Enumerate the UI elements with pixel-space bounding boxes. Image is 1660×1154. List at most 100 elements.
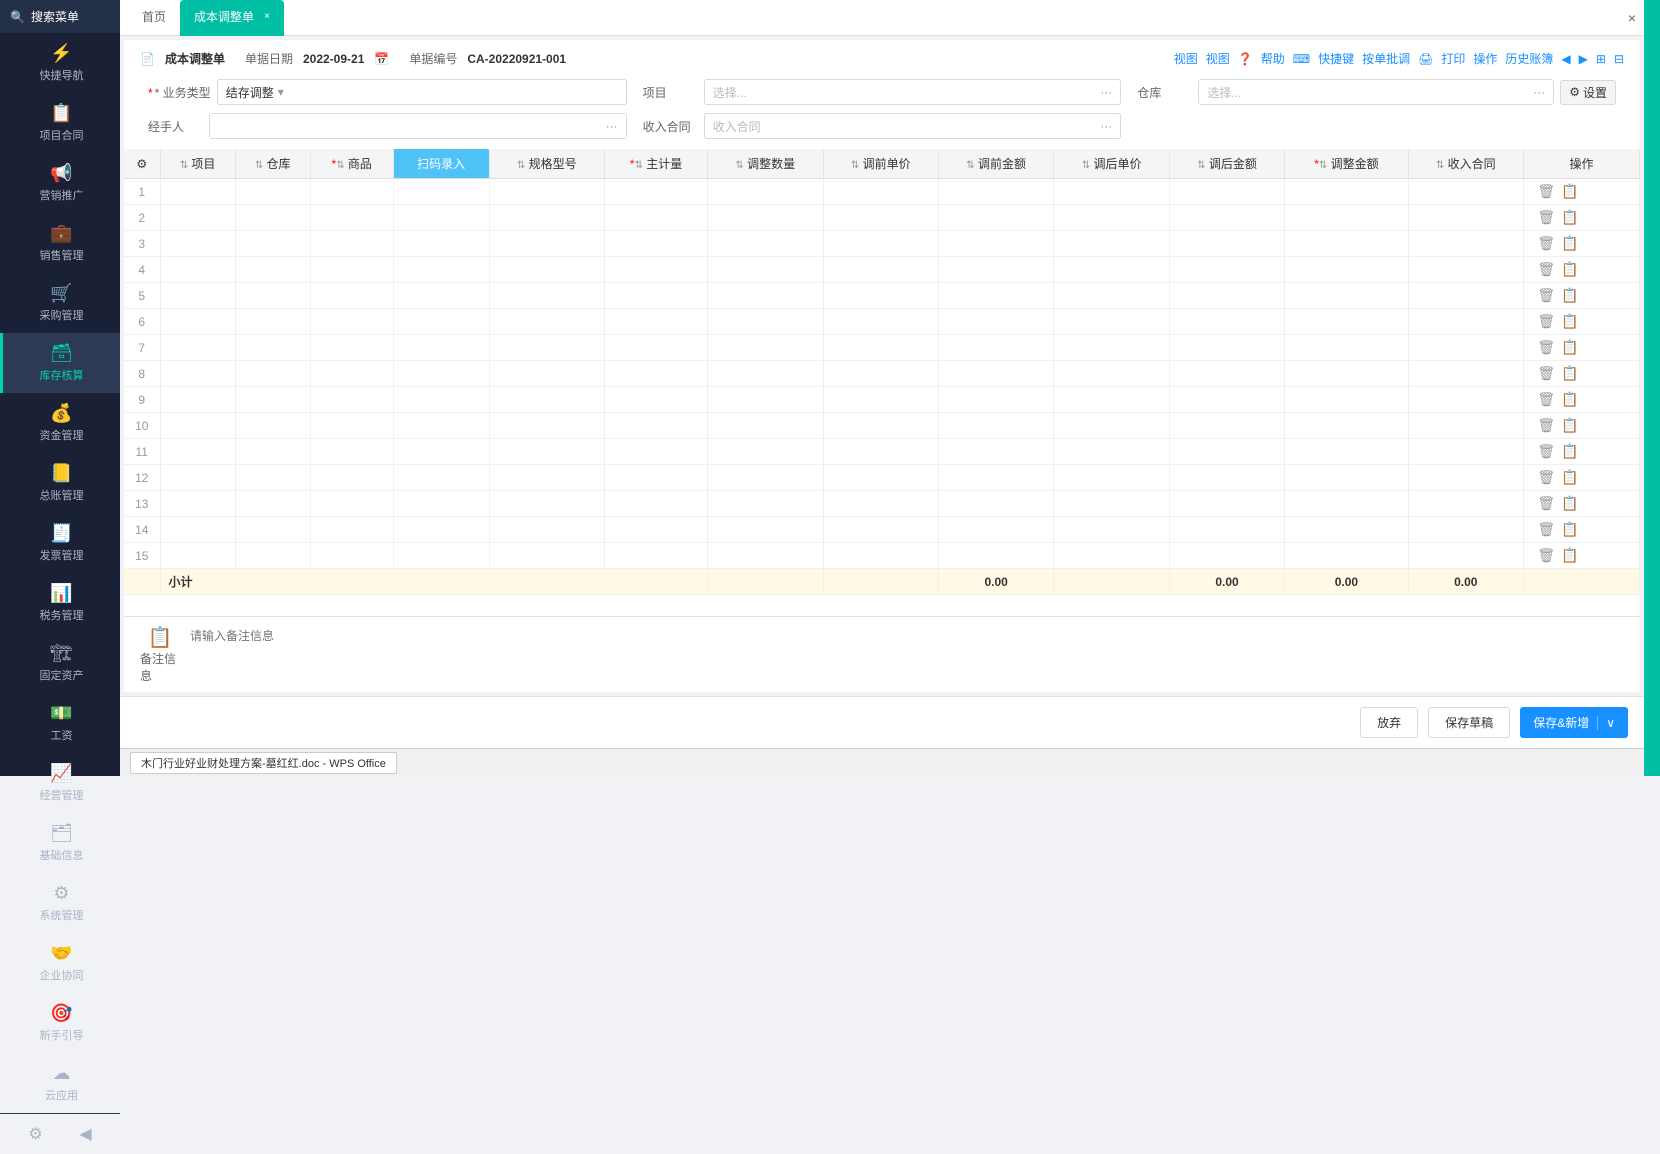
row-8-spec[interactable] — [489, 361, 604, 387]
row-2-qty[interactable] — [708, 205, 823, 231]
sidebar-item-kuaijie[interactable]: ⚡ 快捷导航 — [0, 33, 120, 93]
row-12-project[interactable] — [160, 465, 235, 491]
row-5-after-price[interactable] — [1054, 283, 1169, 309]
row-10-qty[interactable] — [708, 413, 823, 439]
sidebar-item-zijin[interactable]: 💰 资金管理 — [0, 393, 120, 453]
row-8-product[interactable] — [310, 361, 393, 387]
row-14-after-amount[interactable] — [1169, 517, 1284, 543]
row-12-before-price[interactable] — [823, 465, 938, 491]
row-3-before-price[interactable] — [823, 231, 938, 257]
row-5-unit[interactable] — [604, 283, 707, 309]
row-8-project[interactable] — [160, 361, 235, 387]
row-12-copy-btn[interactable]: 📋 — [1561, 469, 1578, 486]
row-8-qty[interactable] — [708, 361, 823, 387]
row-9-unit[interactable] — [604, 387, 707, 413]
row-14-project[interactable] — [160, 517, 235, 543]
row-15-project[interactable] — [160, 543, 235, 569]
view-label[interactable]: 视图 — [1206, 50, 1230, 67]
row-10-after-price[interactable] — [1054, 413, 1169, 439]
row-3-delete-btn[interactable]: 🗑 — [1537, 235, 1555, 252]
row-13-before-amount[interactable] — [938, 491, 1053, 517]
row-1-before-amount[interactable] — [938, 179, 1053, 205]
sidebar-item-yun[interactable]: ☁ 云应用 — [0, 1053, 120, 1113]
row-15-unit[interactable] — [604, 543, 707, 569]
row-7-adjust-amount[interactable] — [1285, 335, 1408, 361]
row-2-delete-btn[interactable]: 🗑 — [1537, 209, 1555, 226]
row-15-copy-btn[interactable]: 📋 — [1561, 547, 1578, 564]
row-7-warehouse[interactable] — [235, 335, 310, 361]
row-2-before-price[interactable] — [823, 205, 938, 231]
row-11-adjust-amount[interactable] — [1285, 439, 1408, 465]
row-13-after-amount[interactable] — [1169, 491, 1284, 517]
row-12-after-amount[interactable] — [1169, 465, 1284, 491]
row-3-scan[interactable] — [393, 231, 489, 257]
taskbar-wps[interactable]: 木门行业好业财处理方案-墓红红.doc - WPS Office — [130, 752, 397, 774]
row-3-before-amount[interactable] — [938, 231, 1053, 257]
row-2-income-contract[interactable] — [1408, 205, 1523, 231]
row-9-project[interactable] — [160, 387, 235, 413]
row-6-adjust-amount[interactable] — [1285, 309, 1408, 335]
row-3-after-price[interactable] — [1054, 231, 1169, 257]
row-7-product[interactable] — [310, 335, 393, 361]
row-3-adjust-amount[interactable] — [1285, 231, 1408, 257]
row-13-copy-btn[interactable]: 📋 — [1561, 495, 1578, 512]
row-6-delete-btn[interactable]: 🗑 — [1537, 313, 1555, 330]
row-5-warehouse[interactable] — [235, 283, 310, 309]
row-11-after-amount[interactable] — [1169, 439, 1284, 465]
row-11-delete-btn[interactable]: 🗑 — [1537, 443, 1555, 460]
row-1-after-amount[interactable] — [1169, 179, 1284, 205]
row-9-warehouse[interactable] — [235, 387, 310, 413]
row-5-product[interactable] — [310, 283, 393, 309]
row-10-income-contract[interactable] — [1408, 413, 1523, 439]
row-2-before-amount[interactable] — [938, 205, 1053, 231]
row-14-product[interactable] — [310, 517, 393, 543]
row-7-qty[interactable] — [708, 335, 823, 361]
row-8-warehouse[interactable] — [235, 361, 310, 387]
row-1-adjust-amount[interactable] — [1285, 179, 1408, 205]
row-11-income-contract[interactable] — [1408, 439, 1523, 465]
notes-input[interactable] — [190, 625, 1624, 647]
row-3-product[interactable] — [310, 231, 393, 257]
row-4-scan[interactable] — [393, 257, 489, 283]
row-5-before-price[interactable] — [823, 283, 938, 309]
row-2-scan[interactable] — [393, 205, 489, 231]
row-9-copy-btn[interactable]: 📋 — [1561, 391, 1578, 408]
row-4-product[interactable] — [310, 257, 393, 283]
row-6-after-price[interactable] — [1054, 309, 1169, 335]
row-12-before-amount[interactable] — [938, 465, 1053, 491]
row-12-warehouse[interactable] — [235, 465, 310, 491]
row-8-before-price[interactable] — [823, 361, 938, 387]
sidebar-item-yingxiao[interactable]: 📢 营销推广 — [0, 153, 120, 213]
row-13-after-price[interactable] — [1054, 491, 1169, 517]
row-2-warehouse[interactable] — [235, 205, 310, 231]
row-4-spec[interactable] — [489, 257, 604, 283]
row-7-before-amount[interactable] — [938, 335, 1053, 361]
row-1-project[interactable] — [160, 179, 235, 205]
row-3-qty[interactable] — [708, 231, 823, 257]
row-2-unit[interactable] — [604, 205, 707, 231]
row-13-before-price[interactable] — [823, 491, 938, 517]
row-4-delete-btn[interactable]: 🗑 — [1537, 261, 1555, 278]
save-new-button[interactable]: 保存&新增 ∨ — [1520, 707, 1628, 738]
row-4-after-amount[interactable] — [1169, 257, 1284, 283]
row-9-product[interactable] — [310, 387, 393, 413]
save-draft-button[interactable]: 保存草稿 — [1428, 707, 1510, 738]
row-14-after-price[interactable] — [1054, 517, 1169, 543]
sidebar-item-jingying[interactable]: 📈 经营管理 — [0, 753, 120, 813]
row-11-product[interactable] — [310, 439, 393, 465]
row-15-before-price[interactable] — [823, 543, 938, 569]
row-15-after-price[interactable] — [1054, 543, 1169, 569]
row-6-before-price[interactable] — [823, 309, 938, 335]
row-13-warehouse[interactable] — [235, 491, 310, 517]
row-6-product[interactable] — [310, 309, 393, 335]
operation-label[interactable]: 操作 — [1473, 50, 1497, 67]
row-10-spec[interactable] — [489, 413, 604, 439]
row-1-spec[interactable] — [489, 179, 604, 205]
income-contract-input[interactable]: 收入合同 ··· — [704, 113, 1122, 139]
row-7-after-price[interactable] — [1054, 335, 1169, 361]
row-5-copy-btn[interactable]: 📋 — [1561, 287, 1578, 304]
sidebar-item-xiaoshou[interactable]: 💼 销售管理 — [0, 213, 120, 273]
row-10-after-amount[interactable] — [1169, 413, 1284, 439]
row-8-scan[interactable] — [393, 361, 489, 387]
tab-cost-adjustment[interactable]: 成本调整单 × — [180, 0, 284, 36]
